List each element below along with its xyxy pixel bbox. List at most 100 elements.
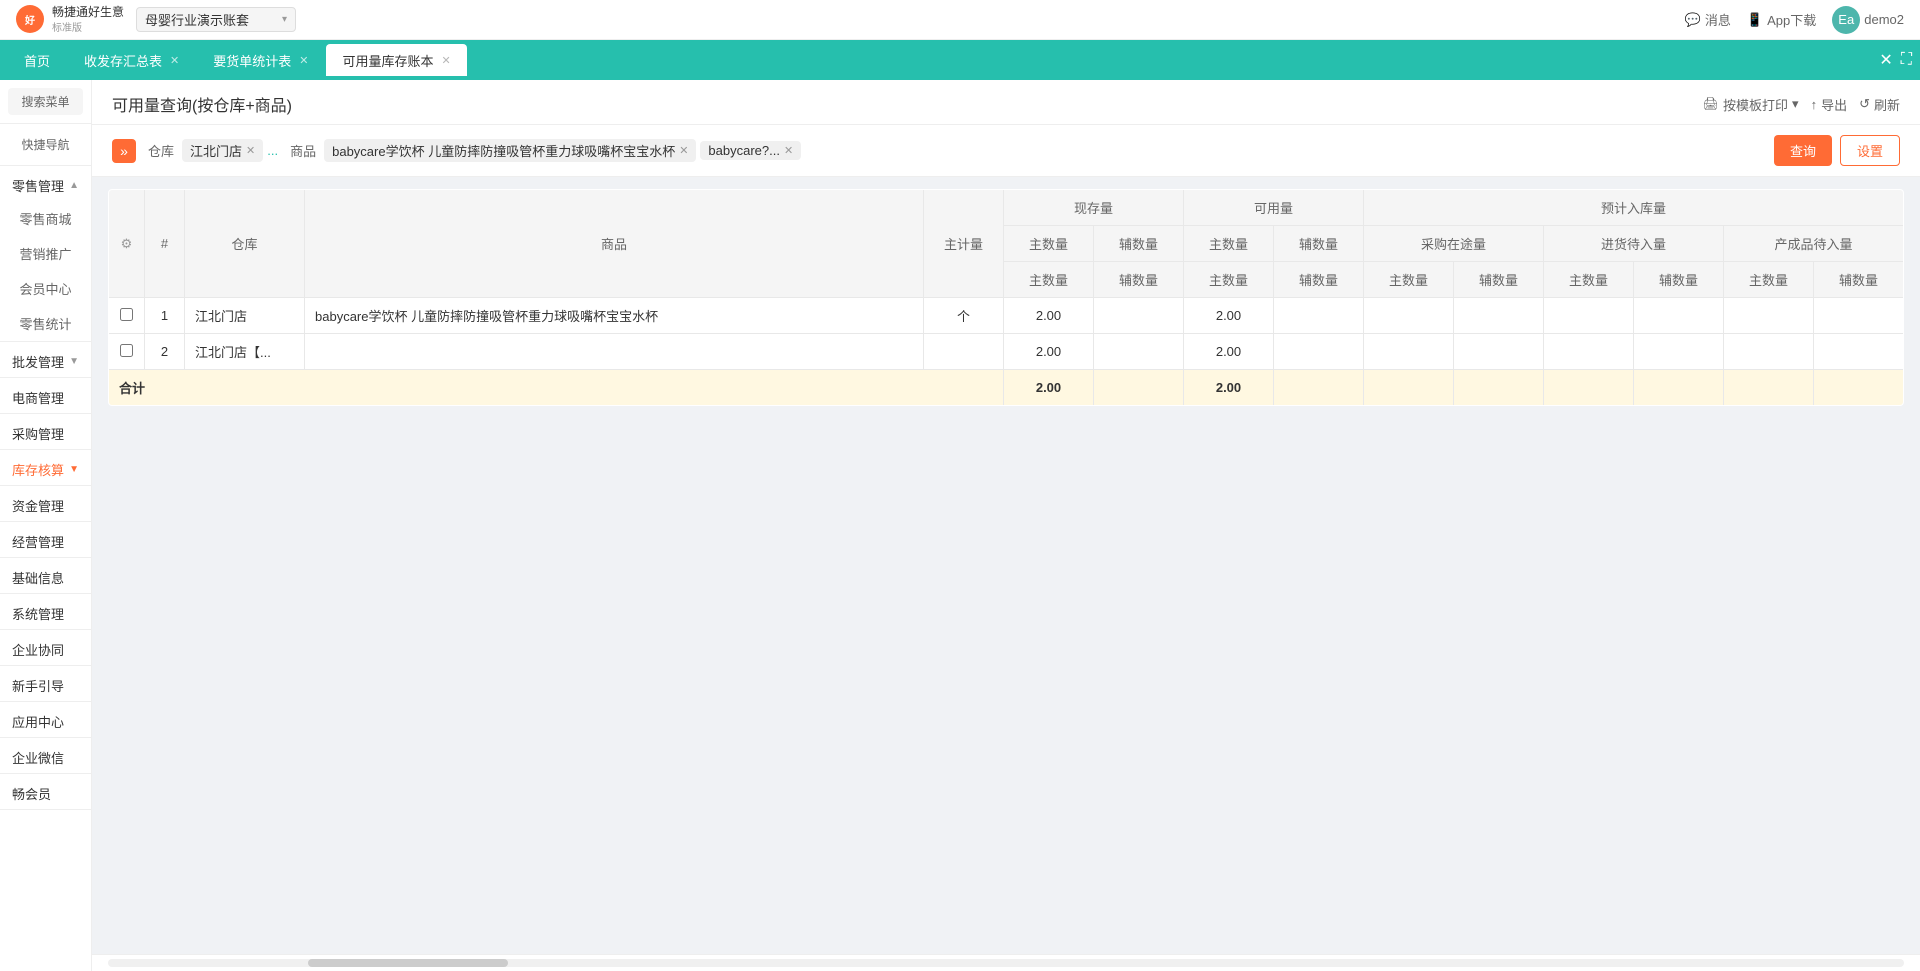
table-row: 2 江北门店【... 2.00 2.00 [109, 334, 1904, 370]
sidebar-section-wechat-title[interactable]: 企业微信 [0, 738, 91, 773]
sidebar-section-member-title[interactable]: 畅会员 [0, 774, 91, 809]
newbie-section-label: 新手引导 [12, 676, 64, 695]
app-download-button[interactable]: 📱 App下载 [1747, 10, 1816, 29]
filter-expand-button[interactable]: » [112, 139, 136, 163]
remove-product-tag-1-icon[interactable]: ✕ [679, 144, 688, 157]
page-header: 可用量查询(按仓库+商品) 🖨 按模板打印 ▾ ↑ 导出 ↺ 刷新 [92, 80, 1920, 125]
tab-home-label: 首页 [24, 51, 50, 70]
th-production-group: 产成品待入量 [1724, 226, 1904, 262]
user-profile[interactable]: Ea demo2 [1832, 6, 1904, 34]
print-button[interactable]: 🖨 按模板打印 ▾ [1703, 95, 1799, 114]
sidebar-section-newbie: 新手引导 [0, 666, 91, 702]
remove-warehouse-tag-icon[interactable]: ✕ [246, 144, 255, 157]
th-warehouse: 仓库 [185, 190, 305, 298]
warehouse-more-button[interactable]: ... [267, 143, 278, 158]
app-edition: 标准版 [52, 19, 124, 34]
footer-label: 合计 [109, 370, 1004, 406]
sidebar-section-member: 畅会员 [0, 774, 91, 810]
wholesale-section-label: 批发管理 [12, 352, 64, 371]
message-button[interactable]: 💬 消息 [1685, 10, 1731, 29]
sidebar-section-collab: 企业协同 [0, 630, 91, 666]
cell-avail-main: 2.00 [1184, 334, 1274, 370]
setting-button[interactable]: 设置 [1840, 135, 1900, 166]
th-settings[interactable]: ⚙ [109, 190, 145, 298]
sidebar-section-basic-info: 基础信息 [0, 558, 91, 594]
th-stock-group: 现存量 [1004, 190, 1184, 226]
sidebar-section-purchase: 采购管理 [0, 414, 91, 450]
th-purchase-main: 主数量 [1364, 262, 1454, 298]
close-window-icon[interactable]: ✕ [1879, 50, 1892, 70]
operations-section-label: 经营管理 [12, 532, 64, 551]
th-avail-aux: 辅数量 [1274, 226, 1364, 262]
cell-purchase-main [1364, 298, 1454, 334]
cell-production-main [1724, 334, 1814, 370]
sidebar-item-marketing[interactable]: 营销推广 [0, 236, 91, 271]
refresh-button[interactable]: ↺ 刷新 [1859, 95, 1900, 114]
cell-unit: 个 [924, 298, 1004, 334]
footer-incoming-aux [1634, 370, 1724, 406]
th-product: 商品 [305, 190, 924, 298]
th-avail-main-2: 主数量 [1184, 262, 1274, 298]
cell-avail-main: 2.00 [1184, 298, 1274, 334]
scrollbar-thumb[interactable] [308, 959, 508, 967]
sidebar-item-retail-stats[interactable]: 零售统计 [0, 306, 91, 341]
close-icon[interactable]: ✕ [170, 54, 179, 67]
inventory-section-label: 库存核算 [12, 460, 64, 479]
query-button[interactable]: 查询 [1774, 135, 1832, 166]
quick-nav-item[interactable]: 快捷导航 [0, 128, 91, 161]
product-filter-label: 商品 [290, 141, 316, 160]
page-title: 可用量查询(按仓库+商品) [112, 92, 292, 116]
cell-production-aux [1814, 334, 1904, 370]
tab-stock-summary[interactable]: 收发存汇总表 ✕ [68, 44, 195, 76]
sidebar-section-system-title[interactable]: 系统管理 [0, 594, 91, 629]
chevron-icon: ▲ [69, 180, 79, 191]
cell-purchase-aux [1454, 334, 1544, 370]
sidebar-section-purchase-title[interactable]: 采购管理 [0, 414, 91, 449]
sidebar-section-wholesale: 批发管理 ▼ [0, 342, 91, 378]
tab-home[interactable]: 首页 [8, 44, 66, 76]
main-layout: 搜索菜单 快捷导航 零售管理 ▲ 零售商城 营销推广 会员中心 零售统计 批发管… [0, 80, 1920, 971]
sidebar-section-collab-title[interactable]: 企业协同 [0, 630, 91, 665]
footer-incoming-main [1544, 370, 1634, 406]
sidebar-item-retail-mall[interactable]: 零售商城 [0, 201, 91, 236]
cell-incoming-aux [1634, 334, 1724, 370]
warehouse-filter-tags: 江北门店 ✕ ... [182, 139, 278, 162]
table-container: ⚙ # 仓库 商品 主计量 现存量 可用量 预计入库量 主数量 辅数量 主数量 [92, 177, 1920, 954]
export-button[interactable]: ↑ 导出 [1811, 95, 1848, 114]
nav-tabs-actions: ✕ ⛶ [1879, 50, 1912, 70]
footer-purchase-main [1364, 370, 1454, 406]
cell-checkbox[interactable] [109, 334, 145, 370]
sidebar-section-apps: 应用中心 [0, 702, 91, 738]
sidebar-section-basic-info-title[interactable]: 基础信息 [0, 558, 91, 593]
cell-stock-main: 2.00 [1004, 334, 1094, 370]
cell-stock-main: 2.00 [1004, 298, 1094, 334]
cell-checkbox[interactable] [109, 298, 145, 334]
inventory-table: ⚙ # 仓库 商品 主计量 现存量 可用量 预计入库量 主数量 辅数量 主数量 [108, 189, 1904, 406]
tab-available-stock[interactable]: 可用量库存账本 ✕ [326, 44, 466, 76]
remove-product-tag-2-icon[interactable]: ✕ [784, 144, 793, 157]
sidebar-section-newbie-title[interactable]: 新手引导 [0, 666, 91, 701]
logo-text-block: 畅捷通好生意 标准版 [52, 5, 124, 34]
sidebar-section-inventory-title[interactable]: 库存核算 ▼ [0, 450, 91, 485]
cell-purchase-aux [1454, 298, 1544, 334]
search-menu-button[interactable]: 搜索菜单 [8, 88, 83, 115]
th-production-aux: 辅数量 [1814, 262, 1904, 298]
sidebar-section-ecommerce-title[interactable]: 电商管理 [0, 378, 91, 413]
collab-section-label: 企业协同 [12, 640, 64, 659]
sidebar-item-members[interactable]: 会员中心 [0, 271, 91, 306]
sidebar-search-area: 搜索菜单 [0, 80, 91, 124]
cell-product [305, 334, 924, 370]
close-icon[interactable]: ✕ [299, 54, 308, 67]
sidebar-section-wholesale-title[interactable]: 批发管理 ▼ [0, 342, 91, 377]
close-icon[interactable]: ✕ [442, 54, 451, 67]
settings-icon[interactable]: ⚙ [121, 236, 133, 251]
tab-order-stats[interactable]: 要货单统计表 ✕ [197, 44, 324, 76]
sidebar-section-operations-title[interactable]: 经营管理 [0, 522, 91, 557]
sidebar-section-retail-title[interactable]: 零售管理 ▲ [0, 166, 91, 201]
company-selector[interactable]: 母婴行业演示账套 ▾ [136, 7, 296, 32]
horizontal-scrollbar[interactable] [108, 959, 1904, 967]
sidebar-section-apps-title[interactable]: 应用中心 [0, 702, 91, 737]
sidebar-section-finance-title[interactable]: 资金管理 [0, 486, 91, 521]
maximize-icon[interactable]: ⛶ [1901, 51, 1912, 69]
ecommerce-section-label: 电商管理 [12, 388, 64, 407]
